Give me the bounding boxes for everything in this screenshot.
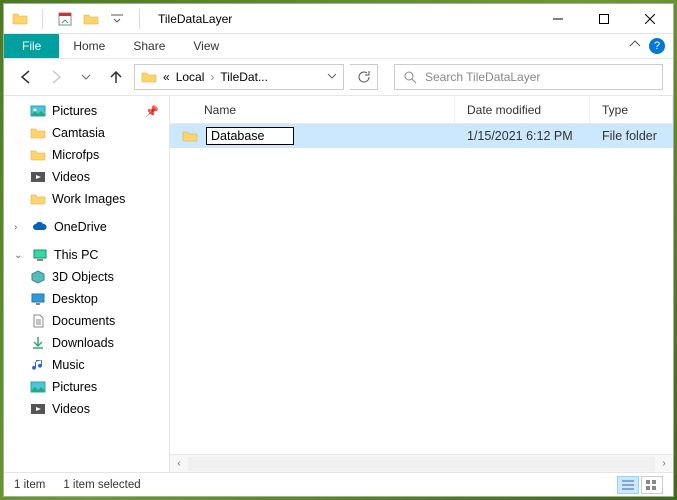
new-folder-icon[interactable]: [83, 11, 99, 27]
search-placeholder: Search TileDataLayer: [425, 70, 540, 84]
sidebar-item-3d-objects[interactable]: 3D Objects: [12, 266, 169, 288]
music-icon: [30, 357, 46, 373]
pin-icon: 📌: [145, 105, 159, 118]
sidebar-item-pictures[interactable]: Pictures📌: [12, 100, 169, 122]
title-bar[interactable]: TileDataLayer: [4, 4, 673, 34]
desktop-icon: [30, 291, 46, 307]
chevron-right-icon: ›: [14, 222, 26, 233]
breadcrumb-prefix: «: [163, 70, 170, 84]
item-count: 1 item: [14, 479, 45, 491]
icons-view-button[interactable]: [641, 476, 663, 494]
sidebar-item-thispc[interactable]: ⌄This PC: [12, 244, 169, 266]
folder-icon: [30, 191, 46, 207]
column-date[interactable]: Date modified: [455, 96, 590, 123]
sidebar-item-downloads[interactable]: Downloads: [12, 332, 169, 354]
file-row[interactable]: 1/15/2021 6:12 PM File folder: [170, 124, 673, 148]
column-type[interactable]: Type: [590, 96, 673, 123]
sidebar-item-desktop[interactable]: Desktop: [12, 288, 169, 310]
search-input[interactable]: Search TileDataLayer: [394, 64, 663, 90]
refresh-button[interactable]: [350, 64, 378, 90]
downloads-icon: [30, 335, 46, 351]
ribbon-tabs: File Home Share View ?: [4, 34, 673, 59]
pictures-icon: [30, 103, 46, 119]
properties-icon[interactable]: [57, 11, 73, 27]
navigation-pane[interactable]: Pictures📌 Camtasia Microfps Videos Work …: [4, 96, 169, 472]
window-title: TileDataLayer: [158, 12, 232, 26]
rename-input[interactable]: [206, 127, 294, 145]
details-view-button[interactable]: [617, 476, 639, 494]
sidebar-item-microfps[interactable]: Microfps: [12, 144, 169, 166]
horizontal-scrollbar[interactable]: ‹ ›: [170, 454, 673, 472]
folder-icon: [12, 11, 28, 27]
sidebar-item-videos[interactable]: Videos: [12, 166, 169, 188]
status-bar: 1 item 1 item selected: [4, 472, 673, 496]
folder-icon: [182, 128, 198, 144]
column-headers: Name Date modified Type: [170, 96, 673, 124]
sidebar-item-videos-pc[interactable]: Videos: [12, 398, 169, 420]
back-button[interactable]: [14, 65, 38, 89]
sidebar-item-pictures-pc[interactable]: Pictures: [12, 376, 169, 398]
search-icon: [403, 70, 417, 84]
chevron-right-icon[interactable]: ›: [210, 70, 214, 84]
folder-icon: [141, 69, 157, 85]
scroll-left-icon: ‹: [170, 458, 188, 469]
file-list[interactable]: 1/15/2021 6:12 PM File folder: [170, 124, 673, 454]
sidebar-item-work-images[interactable]: Work Images: [12, 188, 169, 210]
minimize-button[interactable]: [535, 4, 581, 34]
file-type: File folder: [590, 129, 673, 143]
qat-dropdown-icon[interactable]: [109, 11, 125, 27]
expand-ribbon-icon[interactable]: [629, 37, 641, 55]
file-tab[interactable]: File: [4, 34, 59, 58]
forward-button[interactable]: [44, 65, 68, 89]
close-button[interactable]: [627, 4, 673, 34]
address-dropdown-icon[interactable]: [327, 70, 337, 84]
folder-icon: [30, 147, 46, 163]
explorer-window: TileDataLayer File Home Share View ? « L…: [3, 3, 674, 497]
address-box[interactable]: « Local › TileDat...: [134, 64, 344, 90]
tab-home[interactable]: Home: [59, 34, 119, 58]
chevron-down-icon: ⌄: [14, 250, 26, 261]
selection-count: 1 item selected: [63, 479, 140, 491]
sidebar-item-camtasia[interactable]: Camtasia: [12, 122, 169, 144]
scroll-right-icon: ›: [655, 458, 673, 469]
maximize-button[interactable]: [581, 4, 627, 34]
sidebar-item-music[interactable]: Music: [12, 354, 169, 376]
tab-view[interactable]: View: [179, 34, 233, 58]
up-button[interactable]: [104, 65, 128, 89]
sidebar-item-documents[interactable]: Documents: [12, 310, 169, 332]
sidebar-item-onedrive[interactable]: ›OneDrive: [12, 216, 169, 238]
file-date: 1/15/2021 6:12 PM: [455, 129, 590, 143]
pictures-icon: [30, 379, 46, 395]
content-pane: Name Date modified Type 1/15/2021 6:12 P…: [169, 96, 673, 472]
address-bar: « Local › TileDat... Search TileDataLaye…: [4, 59, 673, 95]
folder-icon: [30, 125, 46, 141]
videos-icon: [30, 401, 46, 417]
breadcrumb[interactable]: Local: [176, 70, 205, 84]
column-name[interactable]: Name: [170, 96, 455, 123]
videos-icon: [30, 169, 46, 185]
tab-share[interactable]: Share: [119, 34, 179, 58]
recent-dropdown-icon[interactable]: [74, 65, 98, 89]
breadcrumb[interactable]: TileDat...: [220, 70, 268, 84]
help-icon[interactable]: ?: [649, 38, 665, 54]
thispc-icon: [32, 247, 48, 263]
onedrive-icon: [32, 219, 48, 235]
documents-icon: [30, 313, 46, 329]
3d-icon: [30, 269, 46, 285]
